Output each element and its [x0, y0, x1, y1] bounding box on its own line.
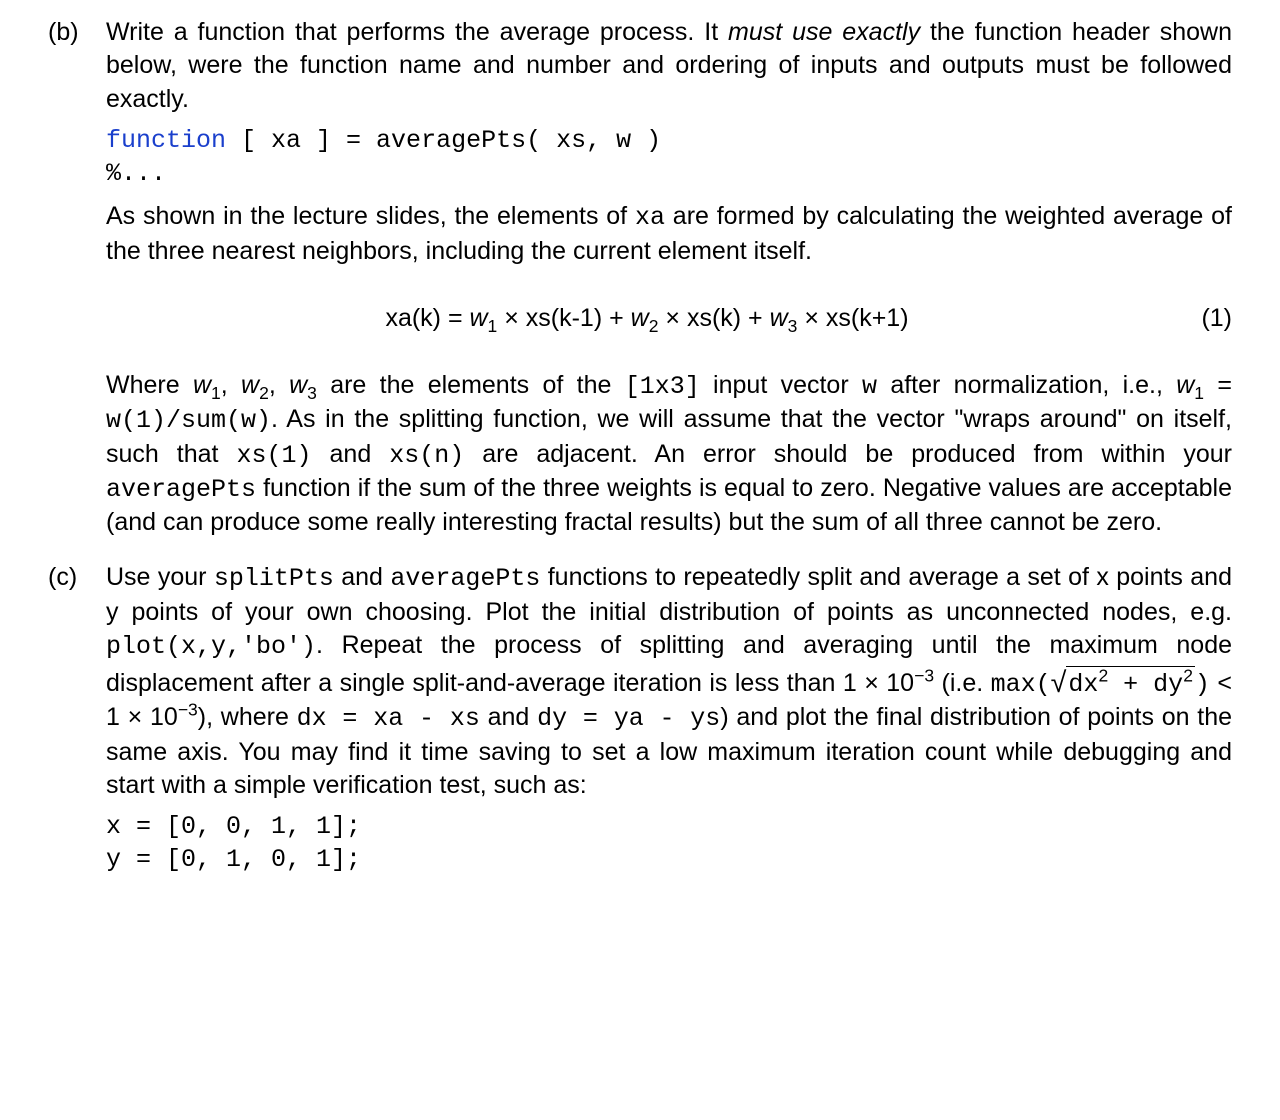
var-w: w [193, 371, 211, 399]
equation-1: xa(k) = w1 × xs(k-1) + w2 × xs(k) + w3 ×… [106, 302, 1232, 335]
code-norm: w(1)/sum(w) [106, 406, 271, 435]
code-line-x: x = [0, 0, 1, 1]; [106, 810, 1232, 843]
b-para-3: Where w1, w2, w3 are the elements of the… [106, 369, 1232, 539]
code-dy: + dy [1108, 670, 1183, 699]
code-dx-eq: dx = xa - xs [297, 704, 480, 733]
code-text: [ xa ] = averagePts( xs, w ) [226, 126, 661, 155]
b-para-2: As shown in the lecture slides, the elem… [106, 200, 1232, 268]
sup-neg3a: −3 [914, 666, 934, 686]
code-line-y: y = [0, 1, 0, 1]; [106, 843, 1232, 876]
text: function if the sum of the three weights… [106, 474, 1232, 536]
text: , [269, 371, 289, 399]
item-c-content: Use your splitPts and averagePts functio… [106, 561, 1232, 886]
sub-2: 2 [259, 383, 269, 403]
text: are the elements of the [317, 371, 625, 399]
sup-2a: 2 [1098, 666, 1108, 686]
code-splitPts: splitPts [214, 564, 334, 593]
code-dy-eq: dy = ya - ys [537, 704, 720, 733]
c-code-block: x = [0, 0, 1, 1]; y = [0, 1, 0, 1]; [106, 810, 1232, 877]
text: ), where [198, 703, 297, 731]
text: are adjacent. An error should be produce… [464, 440, 1232, 468]
text: (i.e. [934, 669, 991, 697]
item-c-marker: (c) [48, 561, 106, 594]
item-b-marker: (b) [48, 16, 106, 49]
item-c: (c) Use your splitPts and averagePts fun… [48, 561, 1232, 886]
text: and [334, 563, 390, 591]
item-b: (b) Write a function that performs the a… [48, 16, 1232, 547]
sup-neg3b: −3 [178, 700, 198, 720]
equation-body: xa(k) = w1 × xs(k-1) + w2 × xs(k) + w3 ×… [106, 302, 1188, 335]
text: As shown in the lecture slides, the elem… [106, 202, 635, 230]
sqrt-icon: √dx2 + dy2 [1051, 663, 1195, 701]
code-w: w [862, 372, 877, 401]
sub-1: 1 [211, 383, 221, 403]
text: after normalization, i.e., [877, 371, 1176, 399]
var-w: w [241, 371, 259, 399]
code-averagePts: averagePts [106, 475, 256, 504]
text-emph: must use exactly [728, 18, 920, 46]
code-max: max( [991, 670, 1051, 699]
code-xa: xa [635, 203, 665, 232]
code-averagePts: averagePts [390, 564, 540, 593]
var-w: w [1176, 371, 1194, 399]
text: input vector [700, 371, 862, 399]
sub-3: 3 [307, 383, 317, 403]
code-dx: dx [1068, 670, 1098, 699]
keyword-function: function [106, 126, 226, 155]
document-page: (b) Write a function that performs the a… [0, 0, 1280, 1120]
code-xsn: xs(n) [389, 441, 464, 470]
text: Use your [106, 563, 214, 591]
text: = [1204, 371, 1232, 399]
code-close: ) [1195, 670, 1210, 699]
code-plot: plot(x,y,'bo') [106, 632, 316, 661]
code-1x3: [1x3] [625, 372, 700, 401]
code-comment: %... [106, 159, 166, 188]
c-para-1: Use your splitPts and averagePts functio… [106, 561, 1232, 802]
sup-2b: 2 [1183, 666, 1193, 686]
code-xs1: xs(1) [237, 441, 312, 470]
b-para-1: Write a function that performs the avera… [106, 16, 1232, 116]
sub-1b: 1 [1194, 383, 1204, 403]
var-w: w [289, 371, 307, 399]
text: Write a function that performs the avera… [106, 18, 728, 46]
b-code-header: function [ xa ] = averagePts( xs, w ) %.… [106, 124, 1232, 191]
text: and [480, 703, 537, 731]
text: Where [106, 371, 193, 399]
equation-number: (1) [1188, 302, 1232, 335]
text: , [221, 371, 241, 399]
item-b-content: Write a function that performs the avera… [106, 16, 1232, 547]
text: and [312, 440, 390, 468]
